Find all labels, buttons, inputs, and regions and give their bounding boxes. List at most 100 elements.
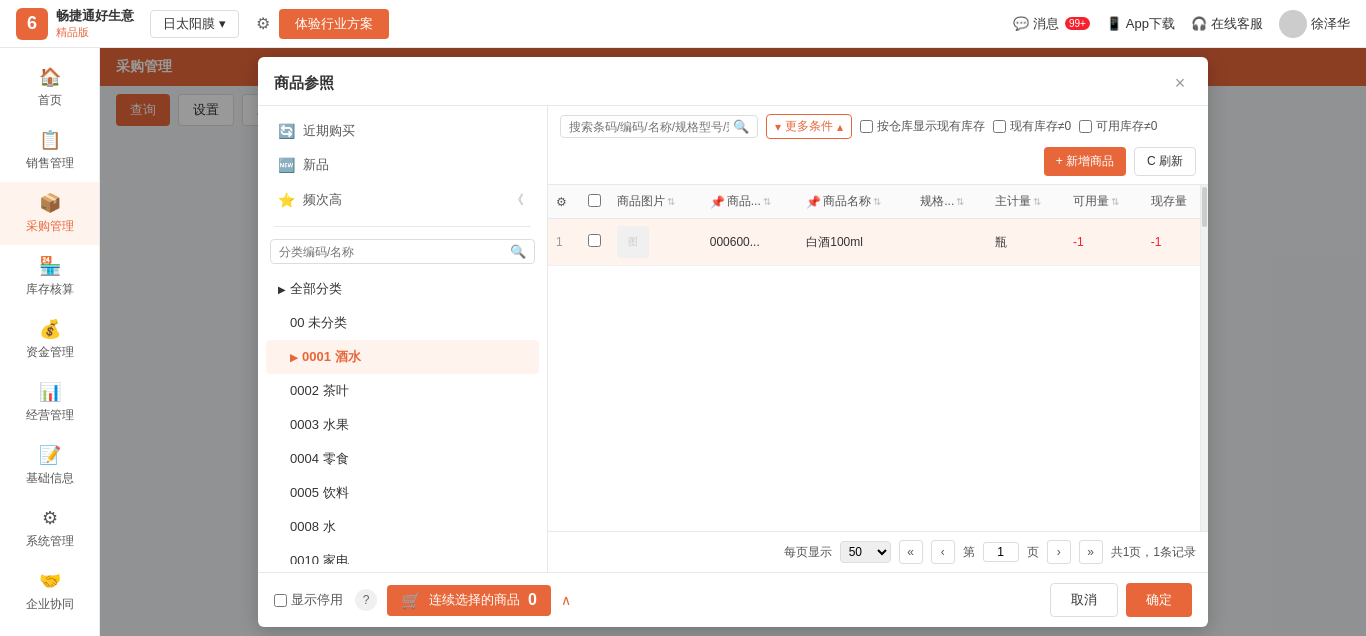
category-search-icon[interactable]: 🔍 — [510, 244, 526, 259]
category-drinks[interactable]: 0005 饮料 — [266, 476, 539, 510]
image-sort[interactable]: 商品图片 ⇅ — [617, 193, 694, 210]
sidebar-item-finance[interactable]: 💰 资金管理 — [0, 308, 99, 371]
new-products-nav[interactable]: 🆕 新品 — [266, 148, 539, 182]
purchase-icon: 📦 — [39, 192, 61, 214]
show-disabled-checkbox[interactable]: 显示停用 — [274, 591, 343, 609]
category-liquor[interactable]: ▶ 0001 酒水 — [266, 340, 539, 374]
available-sort[interactable]: 可用量 ⇅ — [1073, 193, 1135, 210]
name-sort[interactable]: 📌 商品名称 ⇅ — [806, 193, 904, 210]
modal-close-button[interactable]: × — [1168, 71, 1192, 95]
unit-sort[interactable]: 主计量 ⇅ — [995, 193, 1057, 210]
product-search-input[interactable] — [569, 120, 729, 134]
chevron-down-icon: ▾ — [219, 16, 226, 31]
sidebar-item-system[interactable]: ⚙ 系统管理 — [0, 497, 99, 560]
row-checkbox-cell[interactable] — [580, 219, 609, 266]
sidebar-item-enterprise[interactable]: 🤝 企业协同 — [0, 560, 99, 623]
logo-area: 6 畅捷通好生意 精品版 — [16, 7, 134, 40]
row-unit: 瓶 — [987, 219, 1065, 266]
message-badge: 99+ — [1065, 17, 1090, 30]
phone-icon: 📱 — [1106, 16, 1122, 31]
scroll-indicator[interactable] — [1200, 185, 1208, 531]
existing-stock-input[interactable] — [993, 120, 1006, 133]
name-pin-icon: 📌 — [806, 195, 821, 209]
logo-text: 畅捷通好生意 精品版 — [56, 7, 134, 40]
sidebar-item-guide[interactable]: 📖 新手引导 — [0, 623, 99, 636]
sidebar-item-purchase[interactable]: 📦 采购管理 — [0, 182, 99, 245]
modal-toolbar: 🔍 ▾ 更多条件 ▴ 按仓库显示现有库存 — [548, 106, 1208, 185]
collapse-icon[interactable]: 《 — [507, 190, 527, 210]
next-page-button[interactable]: › — [1047, 540, 1071, 564]
footer-collapse-icon[interactable]: ∧ — [561, 592, 571, 608]
code-sort-icon: ⇅ — [763, 196, 771, 207]
first-page-button[interactable]: « — [899, 540, 923, 564]
category-water[interactable]: 0008 水 — [266, 510, 539, 544]
category-snacks[interactable]: 0004 零食 — [266, 442, 539, 476]
scroll-thumb — [1202, 187, 1207, 227]
available-stock-input[interactable] — [1079, 120, 1092, 133]
sidebar-item-inventory[interactable]: 🏪 库存核算 — [0, 245, 99, 308]
app-download-button[interactable]: 📱 App下载 — [1106, 15, 1175, 33]
col-stock-header: 现存量 — [1143, 185, 1208, 219]
category-all[interactable]: ▶ 全部分类 — [266, 272, 539, 306]
experience-button[interactable]: 体验行业方案 — [279, 9, 389, 39]
spec-sort[interactable]: 规格... ⇅ — [920, 193, 979, 210]
frequent-nav[interactable]: ⭐ 频次高 《 — [266, 182, 539, 218]
category-uncategorized[interactable]: 00 未分类 — [266, 306, 539, 340]
add-product-button[interactable]: + 新增商品 — [1044, 147, 1126, 176]
category-search-input[interactable] — [279, 245, 506, 259]
col-spec-header: 规格... ⇅ — [912, 185, 987, 219]
modal-header: 商品参照 × — [258, 57, 1208, 106]
category-list: ▶ 全部分类 00 未分类 ▶ 0001 酒水 0002 茶 — [258, 272, 547, 564]
unit-sort-icon: ⇅ — [1033, 196, 1041, 207]
modal-footer: 显示停用 ? 🛒 连续选择的商品 0 ∧ 取消 确定 — [258, 572, 1208, 627]
category-appliances[interactable]: 0010 家电 — [266, 544, 539, 564]
product-image: 图 — [617, 226, 649, 258]
per-page-select[interactable]: 50 100 200 — [840, 541, 891, 563]
online-service-button[interactable]: 🎧 在线客服 — [1191, 15, 1263, 33]
col-checkbox[interactable] — [580, 185, 609, 219]
product-table-wrap: ⚙ 商品图片 ⇅ — [548, 185, 1208, 531]
finance-icon: 💰 — [39, 318, 61, 340]
sidebar-item-operations[interactable]: 📊 经营管理 — [0, 371, 99, 434]
table-settings-icon[interactable]: ⚙ — [556, 195, 567, 209]
category-fruit[interactable]: 0003 水果 — [266, 408, 539, 442]
cart-button[interactable]: 🛒 连续选择的商品 0 — [387, 585, 551, 616]
row-image-cell: 图 — [609, 219, 702, 266]
prev-page-button[interactable]: ‹ — [931, 540, 955, 564]
warehouse-filter-checkbox[interactable]: 按仓库显示现有库存 — [860, 118, 985, 135]
row-code: 000600... — [702, 219, 799, 266]
code-sort[interactable]: 📌 商品... ⇅ — [710, 193, 791, 210]
sidebar-item-basic-info[interactable]: 📝 基础信息 — [0, 434, 99, 497]
row-checkbox[interactable] — [588, 234, 601, 247]
available-stock-checkbox[interactable]: 可用库存≠0 — [1079, 118, 1157, 135]
col-settings[interactable]: ⚙ — [548, 185, 580, 219]
refresh-button[interactable]: C 刷新 — [1134, 147, 1196, 176]
sort-icon: ⇅ — [667, 196, 675, 207]
table-row[interactable]: 1 图 000600... 白酒100ml — [548, 219, 1208, 266]
sidebar-item-sales[interactable]: 📋 销售管理 — [0, 119, 99, 182]
warehouse-checkbox-input[interactable] — [860, 120, 873, 133]
help-button[interactable]: ? — [355, 589, 377, 611]
filter-up-icon: ▴ — [837, 120, 843, 134]
settings-icon[interactable]: ⚙ — [247, 8, 279, 40]
confirm-button[interactable]: 确定 — [1126, 583, 1192, 617]
existing-stock-checkbox[interactable]: 现有库存≠0 — [993, 118, 1071, 135]
filter-icon: ▾ — [775, 120, 781, 134]
more-filters-button[interactable]: ▾ 更多条件 ▴ — [766, 114, 852, 139]
sidebar-item-home[interactable]: 🏠 首页 — [0, 56, 99, 119]
row-spec — [912, 219, 987, 266]
last-page-button[interactable]: » — [1079, 540, 1103, 564]
spec-sort-icon: ⇅ — [956, 196, 964, 207]
select-all-checkbox[interactable] — [588, 194, 601, 207]
recent-purchases-nav[interactable]: 🔄 近期购买 — [266, 114, 539, 148]
category-tea[interactable]: 0002 茶叶 — [266, 374, 539, 408]
user-profile[interactable]: 徐泽华 — [1279, 10, 1350, 38]
page-number-input[interactable] — [983, 542, 1019, 562]
show-disabled-input[interactable] — [274, 594, 287, 607]
home-icon: 🏠 — [39, 66, 61, 88]
product-search-icon[interactable]: 🔍 — [733, 119, 749, 134]
cancel-button[interactable]: 取消 — [1050, 583, 1118, 617]
store-selector[interactable]: 日太阳膜 ▾ — [150, 10, 239, 38]
sales-icon: 📋 — [39, 129, 61, 151]
messages-button[interactable]: 💬 消息 99+ — [1013, 15, 1090, 33]
